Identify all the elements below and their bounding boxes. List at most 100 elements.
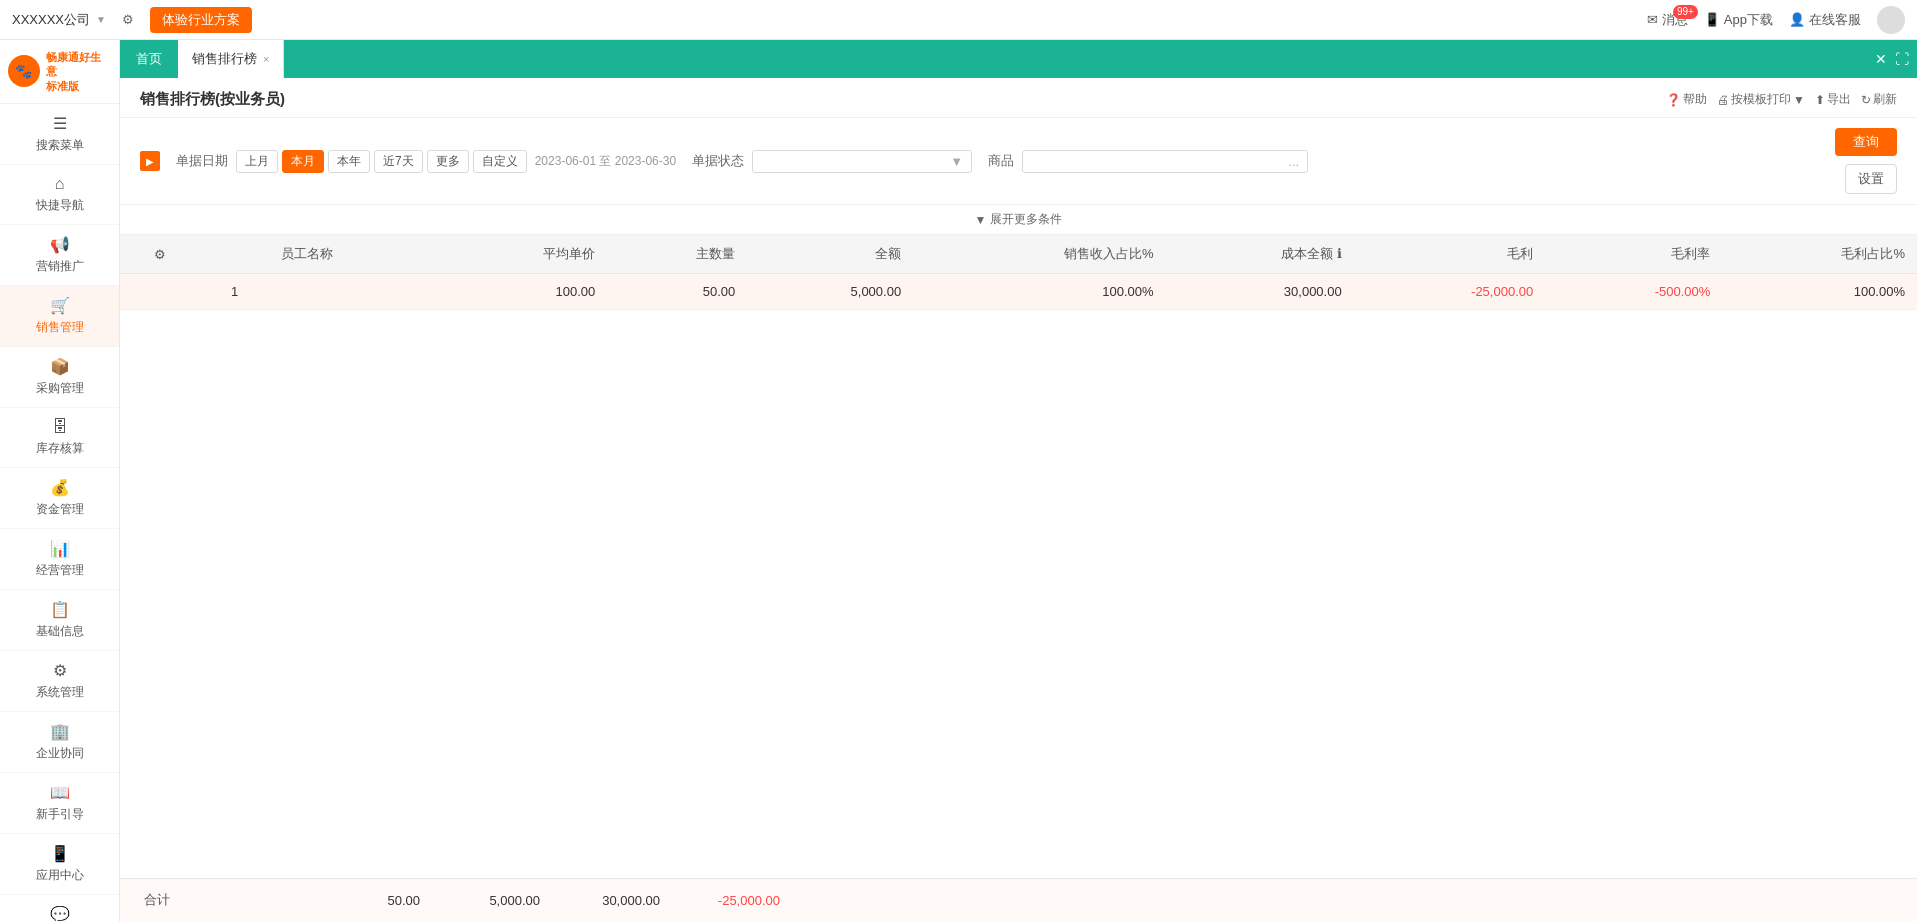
col-employee: 员工名称 (269, 235, 438, 274)
date-btn-this-month[interactable]: 本月 (282, 150, 324, 173)
date-filter-label: 单据日期 (176, 152, 228, 170)
cell-rank: 1 (200, 274, 269, 310)
col-cost: 成本全额 ℹ (1166, 235, 1354, 274)
help-link[interactable]: ❓ 帮助 (1666, 91, 1707, 108)
sidebar-item-system[interactable]: ⚙ 系统管理 (0, 651, 119, 712)
sidebar-item-enterprise[interactable]: 🏢 企业协同 (0, 712, 119, 773)
date-btn-7days[interactable]: 近7天 (374, 150, 423, 173)
table-footer: 合计 50.00 5,000.00 30,000.00 -25,000.00 (120, 878, 1917, 921)
tab-sales-ranking-label: 销售排行榜 (192, 50, 257, 68)
sidebar-item-finance[interactable]: 💰 资金管理 (0, 468, 119, 529)
goods-input[interactable] (1031, 154, 1288, 169)
message-badge: 99+ (1673, 5, 1698, 19)
page-content: 销售排行榜(按业务员) ❓ 帮助 🖨 按模板打印 ▼ ⬆ 导出 (120, 78, 1917, 921)
cell-sales-ratio: 100.00% (913, 274, 1165, 310)
sidebar: 🐾 畅康通好生意 标准版 ☰ 搜索菜单 ⌂ 快捷导航 📢 营销推广 🛒 销售管理… (0, 40, 120, 921)
settings-icon[interactable]: ⚙ (114, 6, 142, 34)
marketing-icon: 📢 (50, 235, 70, 254)
cell-avg-price: 100.00 (438, 274, 607, 310)
content-area: 首页 销售排行榜 × ✕ ⛶ 销售排行榜(按业务员) ❓ 帮助 (120, 40, 1917, 921)
help-icon: ❓ (1666, 93, 1681, 107)
table-row: 1 100.00 50.00 (120, 274, 1917, 310)
logo-icon: 🐾 (8, 55, 40, 87)
expand-conditions-btn[interactable]: ▼ 展开更多条件 (975, 211, 1063, 228)
refresh-link[interactable]: ↻ 刷新 (1861, 91, 1897, 108)
goods-more-icon[interactable]: ... (1288, 154, 1299, 169)
sidebar-item-sales[interactable]: 🛒 销售管理 (0, 286, 119, 347)
message-btn[interactable]: ✉ 消息 99+ (1647, 11, 1688, 29)
app-download-btn[interactable]: 📱 App下载 (1704, 11, 1773, 29)
basic-info-icon: 📋 (50, 600, 70, 619)
purchase-icon: 📦 (50, 357, 70, 376)
col-main-qty: 主数量 (607, 235, 747, 274)
app-center-icon: 📱 (50, 844, 70, 863)
date-btn-prev-month[interactable]: 上月 (236, 150, 278, 173)
tab-sales-ranking[interactable]: 销售排行榜 × (178, 40, 284, 78)
print-chevron-icon: ▼ (1793, 93, 1805, 107)
refresh-icon: ↻ (1861, 93, 1871, 107)
filter-collapse-btn[interactable]: ▶ (140, 151, 160, 171)
service-icon: 👤 (1789, 12, 1805, 27)
page-header: 销售排行榜(按业务员) ❓ 帮助 🖨 按模板打印 ▼ ⬆ 导出 (120, 78, 1917, 118)
sidebar-item-guide[interactable]: 📖 新手引导 (0, 773, 119, 834)
col-sales-ratio: 销售收入占比% (913, 235, 1165, 274)
cell-gross: -25,000.00 (1354, 274, 1546, 310)
query-button[interactable]: 查询 (1835, 128, 1897, 156)
cell-employee (269, 274, 438, 310)
query-area: 查询 设置 (1819, 128, 1897, 194)
expand-label: 展开更多条件 (990, 211, 1062, 228)
avatar[interactable] (1877, 6, 1905, 34)
sidebar-item-quick-nav[interactable]: ⌂ 快捷导航 (0, 165, 119, 225)
tab-home[interactable]: 首页 (120, 40, 178, 78)
sidebar-item-basic-info[interactable]: 📋 基础信息 (0, 590, 119, 651)
goods-input-wrap[interactable]: ... (1022, 150, 1308, 173)
sidebar-item-purchase[interactable]: 📦 采购管理 (0, 347, 119, 408)
logo-text: 畅康通好生意 标准版 (46, 50, 111, 93)
company-name: XXXXXX公司 (12, 11, 90, 29)
footer-gross: -25,000.00 (672, 889, 792, 912)
tab-fullscreen-icon[interactable]: ⛶ (1895, 51, 1909, 67)
operations-icon: 📊 (50, 539, 70, 558)
col-rank (200, 235, 269, 274)
finance-icon: 💰 (50, 478, 70, 497)
weixin-icon: 💬 (50, 905, 70, 921)
col-gross-ratio: 毛利占比% (1722, 235, 1917, 274)
tab-close-all-icon[interactable]: ✕ (1875, 51, 1887, 67)
table-container: ⚙ 员工名称 平均单价 主数量 (120, 235, 1917, 878)
app-icon: 📱 (1704, 12, 1720, 27)
tab-bar: 首页 销售排行榜 × ✕ ⛶ (120, 40, 1917, 78)
company-selector[interactable]: XXXXXX公司 ▼ (12, 11, 106, 29)
date-buttons: 上月 本月 本年 近7天 更多 自定义 (236, 150, 527, 173)
print-link[interactable]: 🖨 按模板打印 ▼ (1717, 91, 1805, 108)
sidebar-item-search-order[interactable]: ☰ 搜索菜单 (0, 104, 119, 165)
system-icon: ⚙ (53, 661, 67, 680)
print-icon: 🖨 (1717, 93, 1729, 107)
trial-button[interactable]: 体验行业方案 (150, 7, 252, 33)
cell-gross-rate: -500.00% (1545, 274, 1722, 310)
date-btn-custom[interactable]: 自定义 (473, 150, 527, 173)
goods-filter-group: 商品 ... (988, 150, 1308, 173)
main-layout: 🐾 畅康通好生意 标准版 ☰ 搜索菜单 ⌂ 快捷导航 📢 营销推广 🛒 销售管理… (0, 40, 1917, 921)
message-icon: ✉ (1647, 12, 1658, 27)
online-service-btn[interactable]: 👤 在线客服 (1789, 11, 1861, 29)
date-btn-more[interactable]: 更多 (427, 150, 469, 173)
top-bar-right: ✉ 消息 99+ 📱 App下载 👤 在线客服 (1647, 6, 1905, 34)
sidebar-item-operations[interactable]: 📊 经营管理 (0, 529, 119, 590)
tab-bar-right: ✕ ⛶ (1875, 51, 1917, 67)
sidebar-item-inventory[interactable]: 🗄 库存核算 (0, 408, 119, 468)
settings-button[interactable]: 设置 (1845, 164, 1897, 194)
guide-icon: 📖 (50, 783, 70, 802)
export-link[interactable]: ⬆ 导出 (1815, 91, 1851, 108)
sidebar-item-weixin[interactable]: 💬 企业微信 (0, 895, 119, 921)
col-settings[interactable]: ⚙ (120, 235, 200, 274)
service-label: 在线客服 (1809, 11, 1861, 29)
sidebar-item-marketing[interactable]: 📢 营销推广 (0, 225, 119, 286)
col-avg-price: 平均单价 (438, 235, 607, 274)
inventory-icon: 🗄 (52, 418, 68, 436)
expand-icon: ▼ (975, 213, 987, 227)
col-gross: 毛利 (1354, 235, 1546, 274)
status-select[interactable]: ▼ (752, 150, 972, 173)
date-btn-this-year[interactable]: 本年 (328, 150, 370, 173)
sidebar-item-app-center[interactable]: 📱 应用中心 (0, 834, 119, 895)
tab-close-icon[interactable]: × (263, 53, 269, 65)
